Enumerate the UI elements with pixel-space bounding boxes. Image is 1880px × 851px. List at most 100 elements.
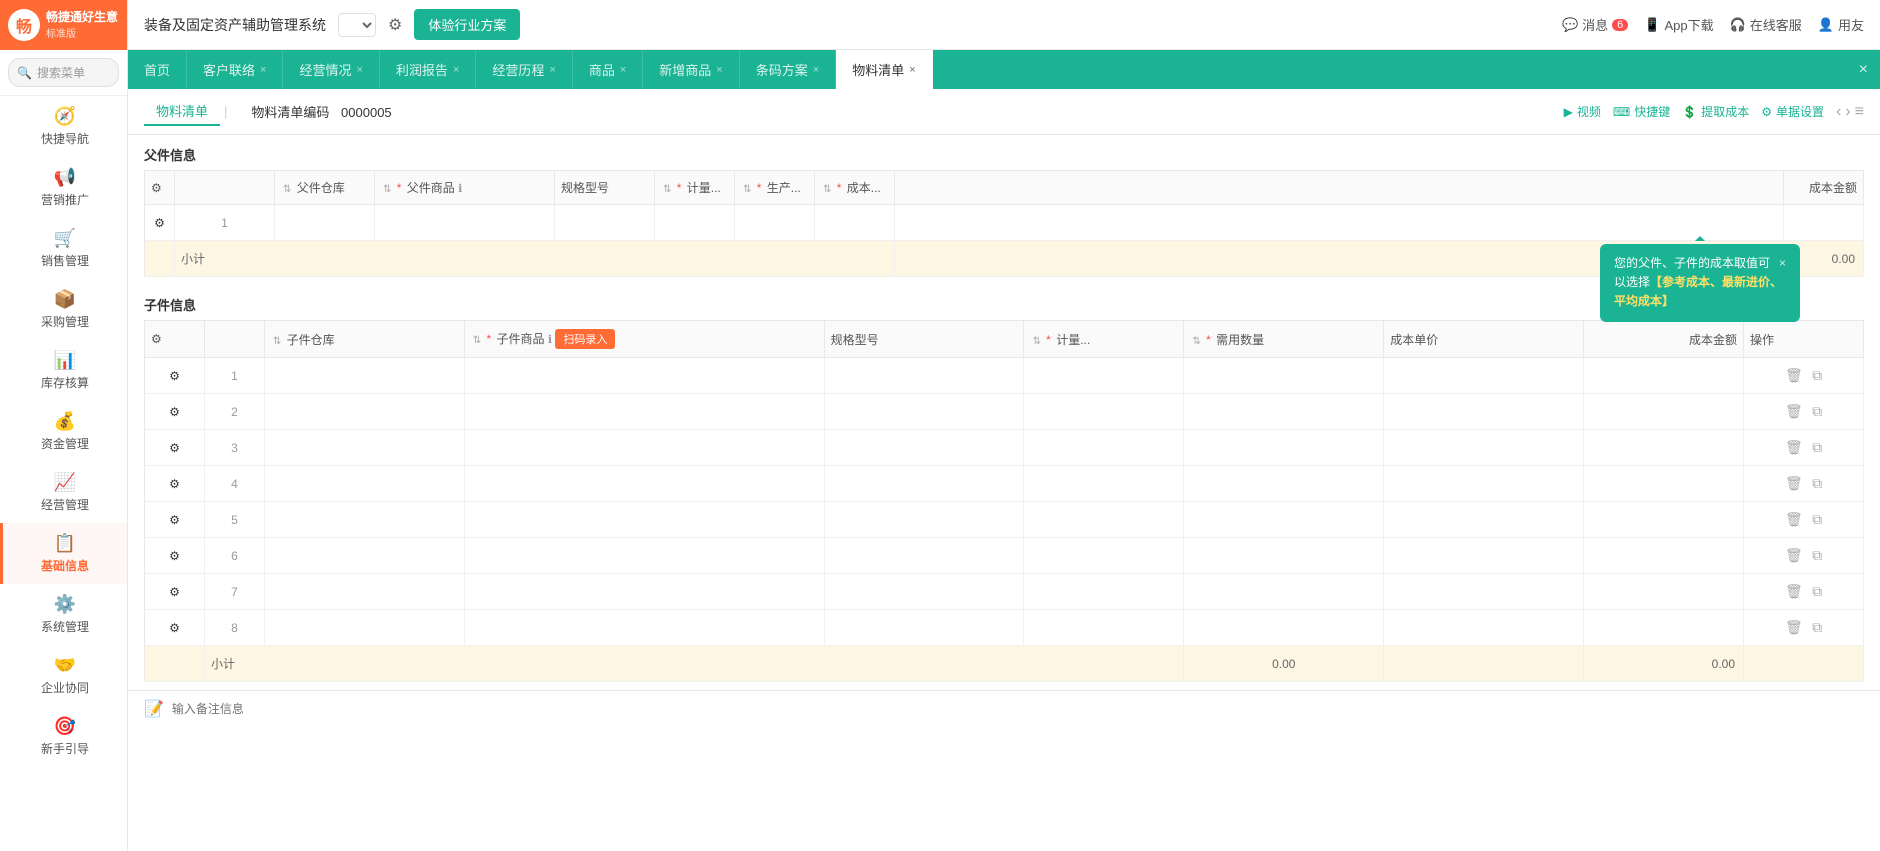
child-row-qty[interactable] bbox=[1184, 610, 1384, 646]
copy-row-btn[interactable]: ⧉ bbox=[1812, 475, 1822, 491]
child-row-qty[interactable] bbox=[1184, 538, 1384, 574]
delete-row-btn[interactable]: 🗑 bbox=[1785, 475, 1803, 491]
child-row-unit-price[interactable] bbox=[1384, 466, 1584, 502]
child-row-unit[interactable] bbox=[1024, 466, 1184, 502]
child-row-unit-price[interactable] bbox=[1384, 394, 1584, 430]
child-row-unit[interactable] bbox=[1024, 538, 1184, 574]
child-row-product[interactable] bbox=[464, 502, 824, 538]
parent-row-cost[interactable] bbox=[815, 205, 895, 241]
close-tab-customer[interactable]: × bbox=[260, 64, 266, 76]
close-tab-barcode[interactable]: × bbox=[813, 64, 819, 76]
close-tab-profit[interactable]: × bbox=[453, 64, 459, 76]
sidebar-item-quick-nav[interactable]: 🧭 快捷导航 bbox=[0, 96, 127, 157]
child-row-product[interactable] bbox=[464, 466, 824, 502]
child-row-product[interactable] bbox=[464, 394, 824, 430]
view-btn[interactable]: ▶ 视频 bbox=[1564, 103, 1601, 120]
child-row-warehouse[interactable] bbox=[264, 394, 464, 430]
child-row-unit-price[interactable] bbox=[1384, 430, 1584, 466]
sub-tab-bom-list[interactable]: 物料清单 bbox=[144, 97, 220, 126]
record-list-btn[interactable]: ≡ bbox=[1855, 103, 1864, 121]
sort-icon[interactable]: ⇅ bbox=[823, 184, 831, 195]
sort-icon[interactable]: ⇅ bbox=[663, 184, 671, 195]
system-selector[interactable] bbox=[338, 13, 376, 37]
sidebar-search[interactable]: 🔍 搜索菜单 bbox=[0, 50, 127, 96]
child-row-warehouse[interactable] bbox=[264, 610, 464, 646]
sidebar-item-purchase[interactable]: 📦 采购管理 bbox=[0, 279, 127, 340]
next-record-btn[interactable]: › bbox=[1845, 103, 1850, 121]
child-row-unit-price[interactable] bbox=[1384, 610, 1584, 646]
child-row-warehouse[interactable] bbox=[264, 574, 464, 610]
app-download-btn[interactable]: 📱 App下载 bbox=[1644, 15, 1713, 34]
sidebar-item-sales[interactable]: 🛒 销售管理 bbox=[0, 218, 127, 279]
search-button[interactable]: 🔍 搜索菜单 bbox=[8, 58, 119, 87]
child-row-warehouse[interactable] bbox=[264, 430, 464, 466]
child-row-qty[interactable] bbox=[1184, 430, 1384, 466]
sort-icon[interactable]: ⇅ bbox=[473, 335, 481, 346]
sidebar-item-basic-info[interactable]: 📋 基础信息 bbox=[0, 523, 127, 584]
sort-icon[interactable]: ⇅ bbox=[1032, 336, 1040, 347]
child-row-qty[interactable] bbox=[1184, 394, 1384, 430]
child-row-unit[interactable] bbox=[1024, 502, 1184, 538]
child-product-hint-icon[interactable]: ℹ bbox=[548, 334, 552, 346]
child-row-qty[interactable] bbox=[1184, 466, 1384, 502]
child-row-product[interactable] bbox=[464, 538, 824, 574]
child-row-unit-price[interactable] bbox=[1384, 538, 1584, 574]
sort-icon[interactable]: ⇅ bbox=[283, 184, 291, 195]
copy-row-btn[interactable]: ⧉ bbox=[1812, 583, 1822, 599]
child-row-qty[interactable] bbox=[1184, 502, 1384, 538]
child-row-warehouse[interactable] bbox=[264, 466, 464, 502]
child-row-qty[interactable] bbox=[1184, 358, 1384, 394]
sidebar-item-inventory[interactable]: 📊 库存核算 bbox=[0, 340, 127, 401]
sort-icon[interactable]: ⇅ bbox=[273, 336, 281, 347]
close-tab-products[interactable]: × bbox=[620, 64, 626, 76]
child-row-unit[interactable] bbox=[1024, 610, 1184, 646]
child-row-qty[interactable] bbox=[1184, 574, 1384, 610]
note-input[interactable] bbox=[172, 702, 1864, 716]
child-row-spec[interactable] bbox=[824, 466, 1024, 502]
scan-input-btn[interactable]: 扫码录入 bbox=[555, 329, 615, 349]
tab-new-product[interactable]: 新增商品 × bbox=[643, 50, 739, 89]
parent-product-hint-icon[interactable]: ℹ bbox=[458, 183, 462, 195]
child-row-spec[interactable] bbox=[824, 538, 1024, 574]
tab-operations[interactable]: 经营情况 × bbox=[283, 50, 379, 89]
tab-barcode[interactable]: 条码方案 × bbox=[740, 50, 836, 89]
parent-row-unit[interactable] bbox=[655, 205, 735, 241]
tab-home[interactable]: 首页 bbox=[128, 50, 187, 89]
tooltip-close-btn[interactable]: × bbox=[1779, 254, 1786, 273]
close-tab-history[interactable]: × bbox=[549, 64, 555, 76]
sidebar-item-finance[interactable]: 💰 资金管理 bbox=[0, 401, 127, 462]
child-row-spec[interactable] bbox=[824, 502, 1024, 538]
child-row-unit[interactable] bbox=[1024, 574, 1184, 610]
child-row-product[interactable] bbox=[464, 358, 824, 394]
online-service-btn[interactable]: 🎧 在线客服 bbox=[1730, 15, 1802, 34]
sidebar-item-guide[interactable]: 🎯 新手引导 bbox=[0, 706, 127, 767]
tab-bom[interactable]: 物料清单 × bbox=[836, 50, 932, 89]
child-row-product[interactable] bbox=[464, 610, 824, 646]
sort-icon[interactable]: ⇅ bbox=[743, 184, 751, 195]
copy-row-btn[interactable]: ⧉ bbox=[1812, 547, 1822, 563]
delete-row-btn[interactable]: 🗑 bbox=[1785, 619, 1803, 635]
child-row-spec[interactable] bbox=[824, 394, 1024, 430]
parent-row-produce[interactable] bbox=[735, 205, 815, 241]
message-btn[interactable]: 💬 消息 6 bbox=[1562, 15, 1628, 34]
child-row-unit[interactable] bbox=[1024, 430, 1184, 466]
child-row-product[interactable] bbox=[464, 574, 824, 610]
delete-row-btn[interactable]: 🗑 bbox=[1785, 367, 1803, 383]
tab-products[interactable]: 商品 × bbox=[573, 50, 643, 89]
sort-icon[interactable]: ⇅ bbox=[1192, 336, 1200, 347]
parent-row-warehouse[interactable] bbox=[275, 205, 375, 241]
sidebar-item-operations[interactable]: 📈 经营管理 bbox=[0, 462, 127, 523]
experience-btn[interactable]: 体验行业方案 bbox=[414, 9, 520, 40]
child-row-warehouse[interactable] bbox=[264, 538, 464, 574]
delete-row-btn[interactable]: 🗑 bbox=[1785, 583, 1803, 599]
tab-profit[interactable]: 利润报告 × bbox=[380, 50, 476, 89]
user-avatar[interactable]: 👤 用友 bbox=[1818, 15, 1864, 34]
tab-history[interactable]: 经营历程 × bbox=[476, 50, 572, 89]
parent-row-product[interactable] bbox=[375, 205, 555, 241]
shortcut-btn[interactable]: ⌨ 快捷键 bbox=[1613, 103, 1670, 120]
child-row-warehouse[interactable] bbox=[264, 358, 464, 394]
child-row-unit-price[interactable] bbox=[1384, 358, 1584, 394]
tab-customer[interactable]: 客户联络 × bbox=[187, 50, 283, 89]
doc-settings-btn[interactable]: ⚙ 单据设置 bbox=[1761, 103, 1824, 120]
sidebar-item-system[interactable]: ⚙️ 系统管理 bbox=[0, 584, 127, 645]
